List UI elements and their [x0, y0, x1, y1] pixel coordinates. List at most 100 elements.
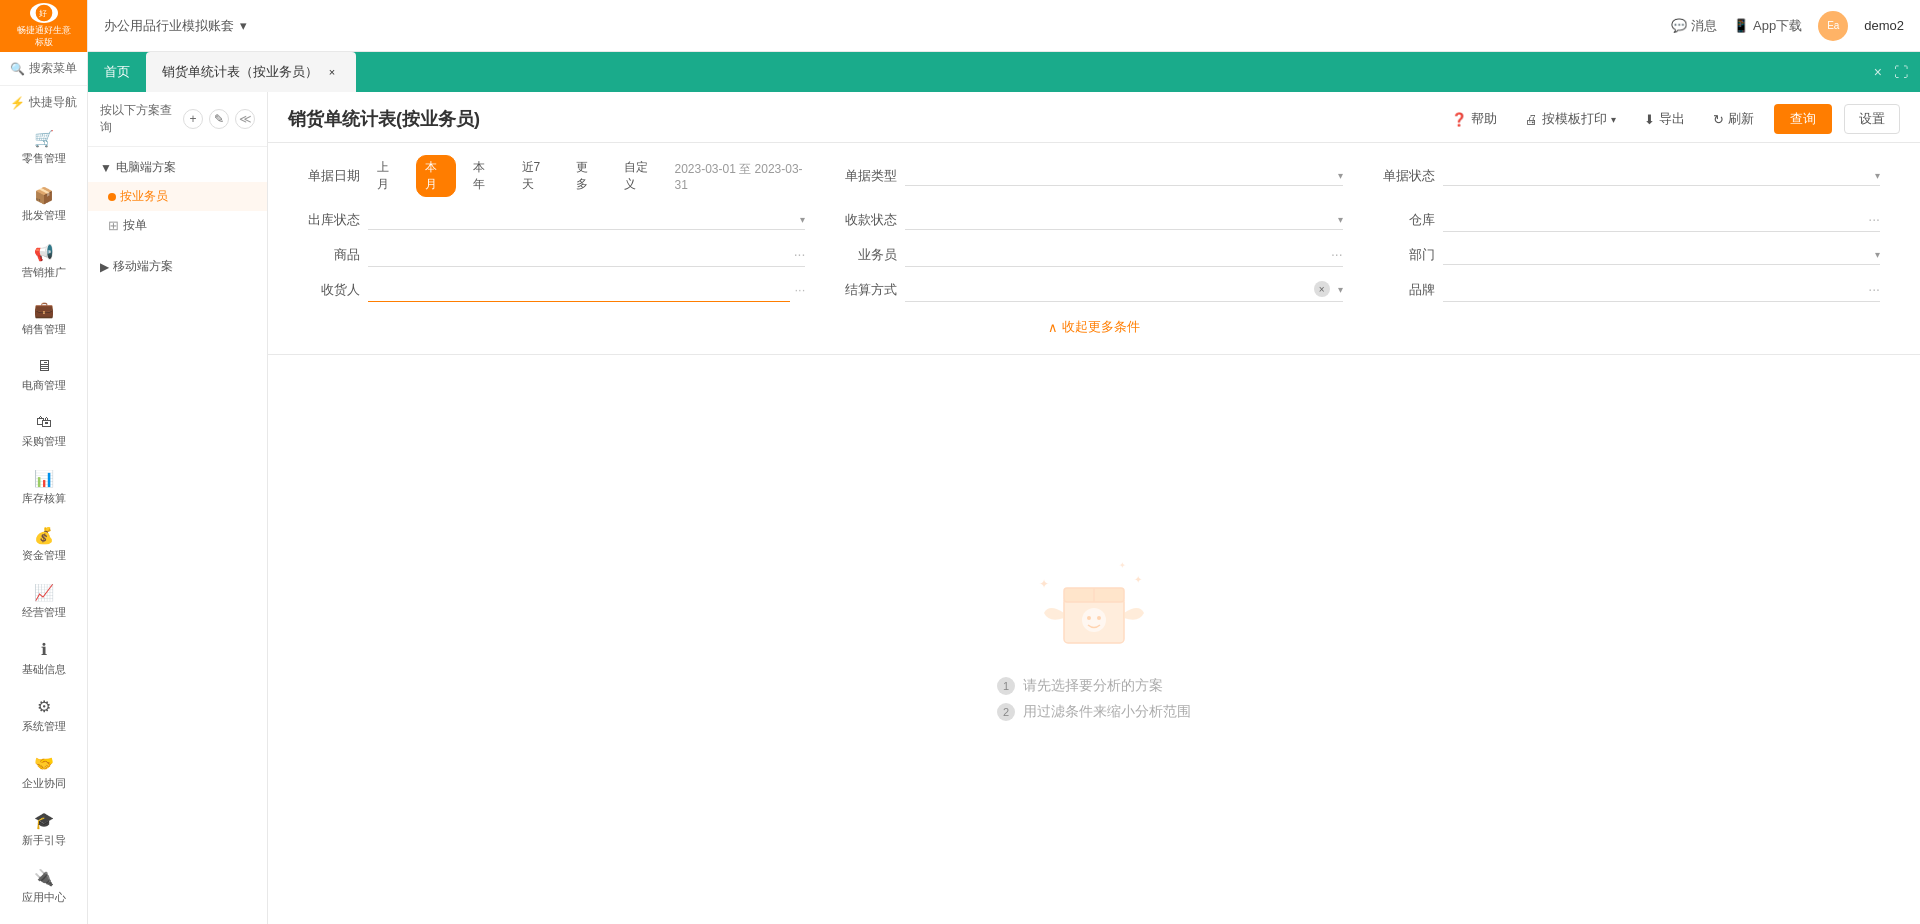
shortcut-nav[interactable]: ⚡ 快捷导航: [0, 86, 87, 119]
tab-fullscreen-btn[interactable]: ⛶: [1890, 60, 1912, 84]
nav-label: 经营管理: [22, 605, 66, 620]
nav-icon: 🤝: [34, 754, 54, 773]
page-title-bar: 销货单统计表(按业务员) ❓ 帮助 🖨 按模板打印 ▾ ⬇ 导出: [268, 92, 1920, 143]
receiver-dots: ···: [794, 282, 805, 297]
nav-label: 系统管理: [22, 719, 66, 734]
sidebar-nav-item[interactable]: 💼销售管理: [0, 290, 87, 347]
date-btn-last-month[interactable]: 上月: [368, 155, 408, 197]
doc-type-arrow: ▾: [1338, 170, 1343, 181]
scheme-collapse-btn[interactable]: ≪: [235, 109, 255, 129]
svg-point-6: [1087, 616, 1091, 620]
header-dropdown-icon: ▾: [240, 18, 247, 33]
content-area: 按以下方案查询 + ✎ ≪ ▼ 电脑端方案 按业务员 ⊞ 按单: [88, 92, 1920, 924]
out-status-label: 出库状态: [288, 211, 368, 229]
date-btn-7days[interactable]: 近7天: [513, 155, 559, 197]
help-btn[interactable]: ❓ 帮助: [1443, 106, 1505, 132]
tab-close-btn[interactable]: ×: [324, 64, 340, 80]
scheme-by-salesperson[interactable]: 按业务员: [88, 182, 267, 211]
active-dot: [108, 193, 116, 201]
expand-icon: ▼: [100, 161, 112, 175]
scheme-header: 按以下方案查询 + ✎ ≪: [88, 92, 267, 147]
salesperson-label: 业务员: [825, 246, 905, 264]
sidebar-nav-item[interactable]: 💬企业微信: [0, 915, 87, 924]
nav-icon: 🔌: [34, 868, 54, 887]
department-select[interactable]: ▾: [1443, 245, 1880, 265]
tab-current[interactable]: 销货单统计表（按业务员） ×: [146, 52, 356, 92]
sidebar-nav-item[interactable]: 📈经营管理: [0, 573, 87, 630]
receipt-status-filter-col: 收款状态 ▾: [825, 210, 1362, 230]
sidebar-nav-item[interactable]: 📊库存核算: [0, 459, 87, 516]
scheme-add-btn[interactable]: +: [183, 109, 203, 129]
nav-icon: ⚙: [37, 697, 51, 716]
brand-select[interactable]: ···: [1443, 277, 1880, 302]
refresh-btn[interactable]: ↻ 刷新: [1705, 106, 1762, 132]
sidebar-nav-item[interactable]: 🔌应用中心: [0, 858, 87, 915]
nav-label: 采购管理: [22, 434, 66, 449]
order-icon: ⊞: [108, 218, 119, 233]
collapse-label: 收起更多条件: [1062, 318, 1140, 336]
tab-bar-right: × ⛶: [1870, 60, 1920, 84]
sidebar-nav-item[interactable]: 🎓新手引导: [0, 801, 87, 858]
out-status-select[interactable]: ▾: [368, 210, 805, 230]
scheme-edit-btn[interactable]: ✎: [209, 109, 229, 129]
export-icon: ⬇: [1644, 112, 1655, 127]
query-btn[interactable]: 查询: [1774, 104, 1832, 134]
hint-text-1: 请先选择要分析的方案: [1023, 677, 1163, 695]
date-filter-col: 单据日期 上月 本月 本年 近7天 更多 自定义 2023-03-01 至 20…: [288, 155, 825, 197]
brand-dots: ···: [1868, 281, 1880, 297]
nav-label: 批发管理: [22, 208, 66, 223]
date-btn-custom[interactable]: 自定义: [615, 155, 666, 197]
export-label: 导出: [1659, 110, 1685, 128]
scheme-desktop-group[interactable]: ▼ 电脑端方案: [88, 153, 267, 182]
doc-status-select[interactable]: ▾: [1443, 166, 1880, 186]
receipt-status-label: 收款状态: [825, 211, 905, 229]
sidebar-nav-item[interactable]: 🛒零售管理: [0, 119, 87, 176]
message-btn[interactable]: 💬 消息: [1671, 17, 1717, 35]
scheme-order-label: 按单: [123, 217, 147, 234]
empty-state: ✦ ✦ ✦ 1 请先选择要分析的方案 2 用过滤条件来缩小分析范围: [268, 355, 1920, 924]
doc-status-filter-col: 单据状态 ▾: [1363, 166, 1900, 186]
sidebar-nav-item[interactable]: 🛍采购管理: [0, 403, 87, 459]
doc-type-select[interactable]: ▾: [905, 166, 1342, 186]
scheme-mobile-group[interactable]: ▶ 移动端方案: [88, 252, 267, 281]
help-label: 帮助: [1471, 110, 1497, 128]
nav-icon: 🖥: [36, 357, 52, 375]
sidebar-nav-item[interactable]: 🖥电商管理: [0, 347, 87, 403]
warehouse-dots: ···: [1868, 211, 1880, 227]
receiver-filter-col: 收货人 ···: [288, 278, 825, 302]
sidebar-nav-item[interactable]: 💰资金管理: [0, 516, 87, 573]
app-logo[interactable]: 好 畅捷通好生意 标版: [0, 0, 87, 52]
search-menu[interactable]: 🔍 搜索菜单: [0, 52, 87, 86]
sidebar-nav-item[interactable]: 📦批发管理: [0, 176, 87, 233]
date-btn-this-month[interactable]: 本月: [416, 155, 456, 197]
sidebar-nav-item[interactable]: ⚙ 系统管理: [0, 687, 87, 744]
tab-home[interactable]: 首页: [88, 52, 146, 92]
warehouse-select[interactable]: ···: [1443, 207, 1880, 232]
nav-icon: 📢: [34, 243, 54, 262]
empty-hints: 1 请先选择要分析的方案 2 用过滤条件来缩小分析范围: [997, 677, 1191, 721]
user-avatar[interactable]: Ea: [1818, 11, 1848, 41]
header-title[interactable]: 办公用品行业模拟账套 ▾: [104, 17, 247, 35]
export-btn[interactable]: ⬇ 导出: [1636, 106, 1693, 132]
receiver-input[interactable]: [368, 278, 790, 302]
settlement-select[interactable]: × ▾: [905, 277, 1342, 302]
date-btn-more[interactable]: 更多: [567, 155, 607, 197]
receipt-status-select[interactable]: ▾: [905, 210, 1342, 230]
sidebar-nav-item[interactable]: 🤝企业协同: [0, 744, 87, 801]
sidebar-nav-item[interactable]: 📢营销推广: [0, 233, 87, 290]
collapse-btn[interactable]: ∧ 收起更多条件: [1042, 312, 1146, 342]
sidebar-nav-item[interactable]: ℹ基础信息: [0, 630, 87, 687]
print-icon: 🖨: [1525, 112, 1538, 127]
settings-btn[interactable]: 设置: [1844, 104, 1900, 134]
scheme-by-order[interactable]: ⊞ 按单: [88, 211, 267, 240]
print-btn[interactable]: 🖨 按模板打印 ▾: [1517, 106, 1624, 132]
settlement-clear-btn[interactable]: ×: [1314, 281, 1330, 297]
date-btn-this-year[interactable]: 本年: [464, 155, 504, 197]
salesperson-select[interactable]: ···: [905, 242, 1342, 267]
app-download-btn[interactable]: 📱 App下载: [1733, 17, 1802, 35]
hint-num-2: 2: [997, 703, 1015, 721]
tab-window-close-btn[interactable]: ×: [1870, 60, 1886, 84]
nav-label: 资金管理: [22, 548, 66, 563]
product-select[interactable]: ···: [368, 242, 805, 267]
user-name[interactable]: demo2: [1864, 18, 1904, 33]
